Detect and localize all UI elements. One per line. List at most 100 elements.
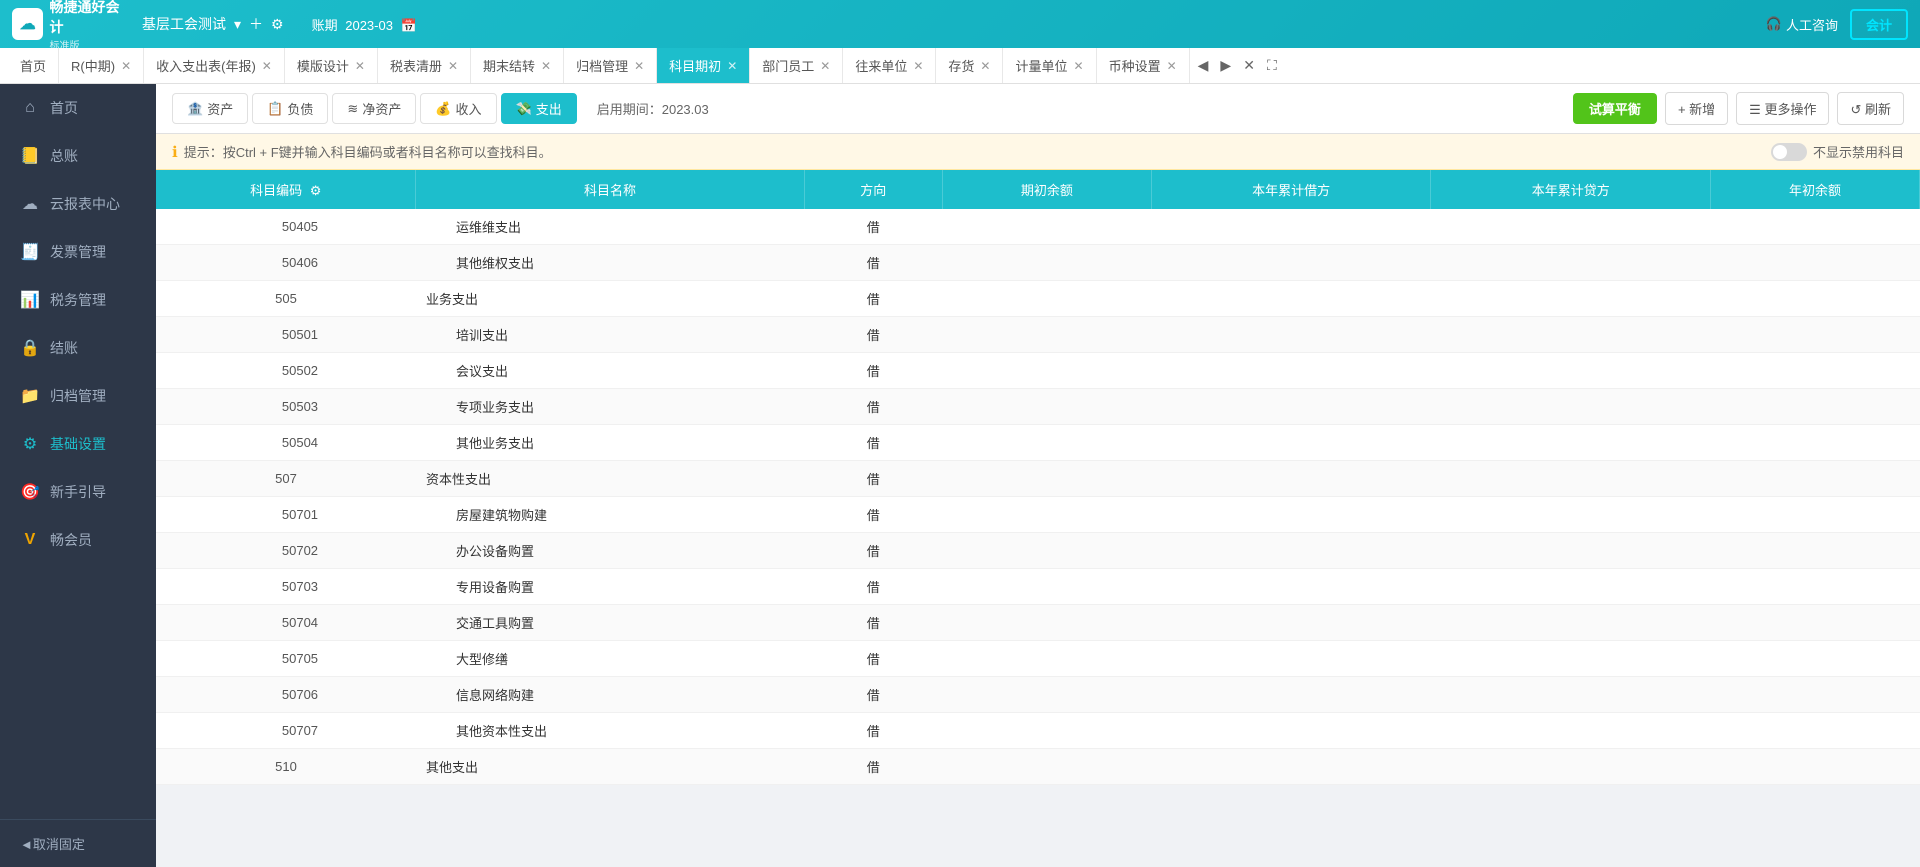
tab-close-template[interactable]: ✕ <box>355 59 365 73</box>
calculate-balance-btn[interactable]: 试算平衡 <box>1573 93 1657 124</box>
refresh-btn[interactable]: ↺ 刷新 <box>1837 92 1904 125</box>
col-header-period-balance: 期初余额 <box>942 170 1151 209</box>
tab-nav-right[interactable]: ▶ <box>1216 57 1235 74</box>
table-row[interactable]: 50702 办公设备购置 借 <box>156 533 1920 569</box>
sub-tab-expense[interactable]: 💸 支出 <box>501 93 577 124</box>
tab-close-all[interactable]: ✕ <box>1239 57 1259 74</box>
table-row[interactable]: 510 其他支出 借 <box>156 749 1920 785</box>
table-row[interactable]: 50406 其他维权支出 借 <box>156 245 1920 281</box>
sidebar-item-invoice[interactable]: 🧾 发票管理 <box>0 228 156 276</box>
tab-home[interactable]: 首页 <box>8 48 59 84</box>
table-row[interactable]: 50502 会议支出 借 <box>156 353 1920 389</box>
cell-period-balance <box>942 209 1151 245</box>
sub-tab-asset[interactable]: 🏦 资产 <box>172 93 248 124</box>
table-row[interactable]: 507 资本性支出 借 <box>156 461 1920 497</box>
customer-service-btn[interactable]: 🎧 人工咨询 <box>1766 15 1838 34</box>
sub-tab-income[interactable]: 💰 收入 <box>420 93 496 124</box>
tab-close-subject-init[interactable]: ✕ <box>727 59 737 73</box>
add-btn[interactable]: + 新增 <box>1665 92 1728 125</box>
table-row[interactable]: 505 业务支出 借 <box>156 281 1920 317</box>
table-row[interactable]: 50705 大型修缮 借 <box>156 641 1920 677</box>
tab-close-dept[interactable]: ✕ <box>820 59 830 73</box>
sidebar-item-archive[interactable]: 📁 归档管理 <box>0 372 156 420</box>
tab-close-counterpart[interactable]: ✕ <box>913 59 923 73</box>
cell-direction: 借 <box>804 569 942 605</box>
cell-year-start <box>1710 677 1919 713</box>
sidebar-item-home[interactable]: ⌂ 首页 <box>0 84 156 132</box>
top-bar-right: 🎧 人工咨询 会计 <box>1766 9 1908 40</box>
settings-icon[interactable]: ⚙ <box>271 16 284 33</box>
sub-tab-net-asset[interactable]: ≋ 净资产 <box>332 93 416 124</box>
tab-close-inventory[interactable]: ✕ <box>980 59 990 73</box>
tab-close-unit[interactable]: ✕ <box>1074 59 1084 73</box>
cell-code: 50504 <box>156 425 416 461</box>
add-tab-btn[interactable]: ＋ <box>249 14 263 34</box>
cell-direction: 借 <box>804 425 942 461</box>
subjects-table: 科目编码 ⚙ 科目名称 方向 期初余额 本年累计借方 本年累计贷方 年初余额 5… <box>156 170 1920 785</box>
cell-ytd-credit <box>1431 389 1711 425</box>
sidebar-collapse-btn[interactable]: ◄取消固定 <box>0 819 156 867</box>
cell-code: 50705 <box>156 641 416 677</box>
sub-tab-liability[interactable]: 📋 负债 <box>252 93 328 124</box>
disable-toggle[interactable] <box>1771 143 1807 161</box>
sidebar-item-ledger[interactable]: 📒 总账 <box>0 132 156 180</box>
tab-close-period-end[interactable]: ✕ <box>541 59 551 73</box>
cell-ytd-debit <box>1151 281 1431 317</box>
tab-annual[interactable]: 收入支出表(年报) ✕ <box>144 48 285 84</box>
warning-icon: ℹ <box>172 143 178 161</box>
sidebar-item-tax[interactable]: 📊 税务管理 <box>0 276 156 324</box>
toggle-area: 不显示禁用科目 <box>1771 142 1904 161</box>
table-row[interactable]: 50504 其他业务支出 借 <box>156 425 1920 461</box>
tab-mid-report[interactable]: R(中期) ✕ <box>59 48 144 84</box>
tab-counterpart[interactable]: 往来单位 ✕ <box>843 48 936 84</box>
table-row[interactable]: 50405 运维维支出 借 <box>156 209 1920 245</box>
table-row[interactable]: 50704 交通工具购置 借 <box>156 605 1920 641</box>
tab-close-currency[interactable]: ✕ <box>1167 59 1177 73</box>
cell-direction: 借 <box>804 245 942 281</box>
tab-close-tax[interactable]: ✕ <box>448 59 458 73</box>
col-settings-icon[interactable]: ⚙ <box>310 183 322 198</box>
table-row[interactable]: 50503 专项业务支出 借 <box>156 389 1920 425</box>
sidebar-item-guide[interactable]: 🎯 新手引导 <box>0 468 156 516</box>
tab-subject-init[interactable]: 科目期初 ✕ <box>657 48 750 84</box>
tab-currency[interactable]: 币种设置 ✕ <box>1097 48 1190 84</box>
account-button[interactable]: 会计 <box>1850 9 1908 40</box>
table-row[interactable]: 50707 其他资本性支出 借 <box>156 713 1920 749</box>
table-row[interactable]: 50501 培训支出 借 <box>156 317 1920 353</box>
cloud-icon: ☁ <box>20 194 40 214</box>
cell-name: 其他资本性支出 <box>416 713 804 749</box>
sidebar-item-cloud-report[interactable]: ☁ 云报表中心 <box>0 180 156 228</box>
table-body: 50405 运维维支出 借 50406 其他维权支出 借 505 业务支出 借 … <box>156 209 1920 785</box>
cell-ytd-credit <box>1431 245 1711 281</box>
tab-nav-left[interactable]: ◀ <box>1194 57 1213 74</box>
sidebar-item-basic[interactable]: ⚙ 基础设置 <box>0 420 156 468</box>
cell-ytd-credit <box>1431 353 1711 389</box>
toggle-label: 不显示禁用科目 <box>1813 142 1904 161</box>
table-row[interactable]: 50703 专用设备购置 借 <box>156 569 1920 605</box>
tab-period-end[interactable]: 期末结转 ✕ <box>471 48 564 84</box>
tab-close-archive[interactable]: ✕ <box>634 59 644 73</box>
tab-archive[interactable]: 归档管理 ✕ <box>564 48 657 84</box>
tab-unit[interactable]: 计量单位 ✕ <box>1003 48 1096 84</box>
top-bar: ☁ 畅捷通好会计 标准版 基层工会测试 ▾ ＋ ⚙ 账期 2023-03 📅 🎧… <box>0 0 1920 48</box>
cell-code: 50405 <box>156 209 416 245</box>
tab-tax[interactable]: 税表清册 ✕ <box>378 48 471 84</box>
more-btn[interactable]: ☰ 更多操作 <box>1736 92 1829 125</box>
tab-inventory[interactable]: 存货 ✕ <box>936 48 1003 84</box>
tab-close-annual[interactable]: ✕ <box>262 59 272 73</box>
sidebar-item-close[interactable]: 🔒 结账 <box>0 324 156 372</box>
table-row[interactable]: 50701 房屋建筑物购建 借 <box>156 497 1920 533</box>
tab-dept[interactable]: 部门员工 ✕ <box>750 48 843 84</box>
tab-close-mid-report[interactable]: ✕ <box>121 59 131 73</box>
cell-year-start <box>1710 461 1919 497</box>
cell-year-start <box>1710 749 1919 785</box>
company-name[interactable]: 基层工会测试 <box>142 14 226 34</box>
table-row[interactable]: 50706 信息网络购建 借 <box>156 677 1920 713</box>
calendar-icon[interactable]: 📅 <box>401 18 417 33</box>
cell-ytd-debit <box>1151 425 1431 461</box>
sidebar-item-member[interactable]: V 畅会员 <box>0 516 156 564</box>
cell-direction: 借 <box>804 353 942 389</box>
tab-expand[interactable]: ⛶ <box>1263 57 1281 74</box>
company-dropdown-icon[interactable]: ▾ <box>234 16 241 33</box>
tab-template[interactable]: 模版设计 ✕ <box>285 48 378 84</box>
